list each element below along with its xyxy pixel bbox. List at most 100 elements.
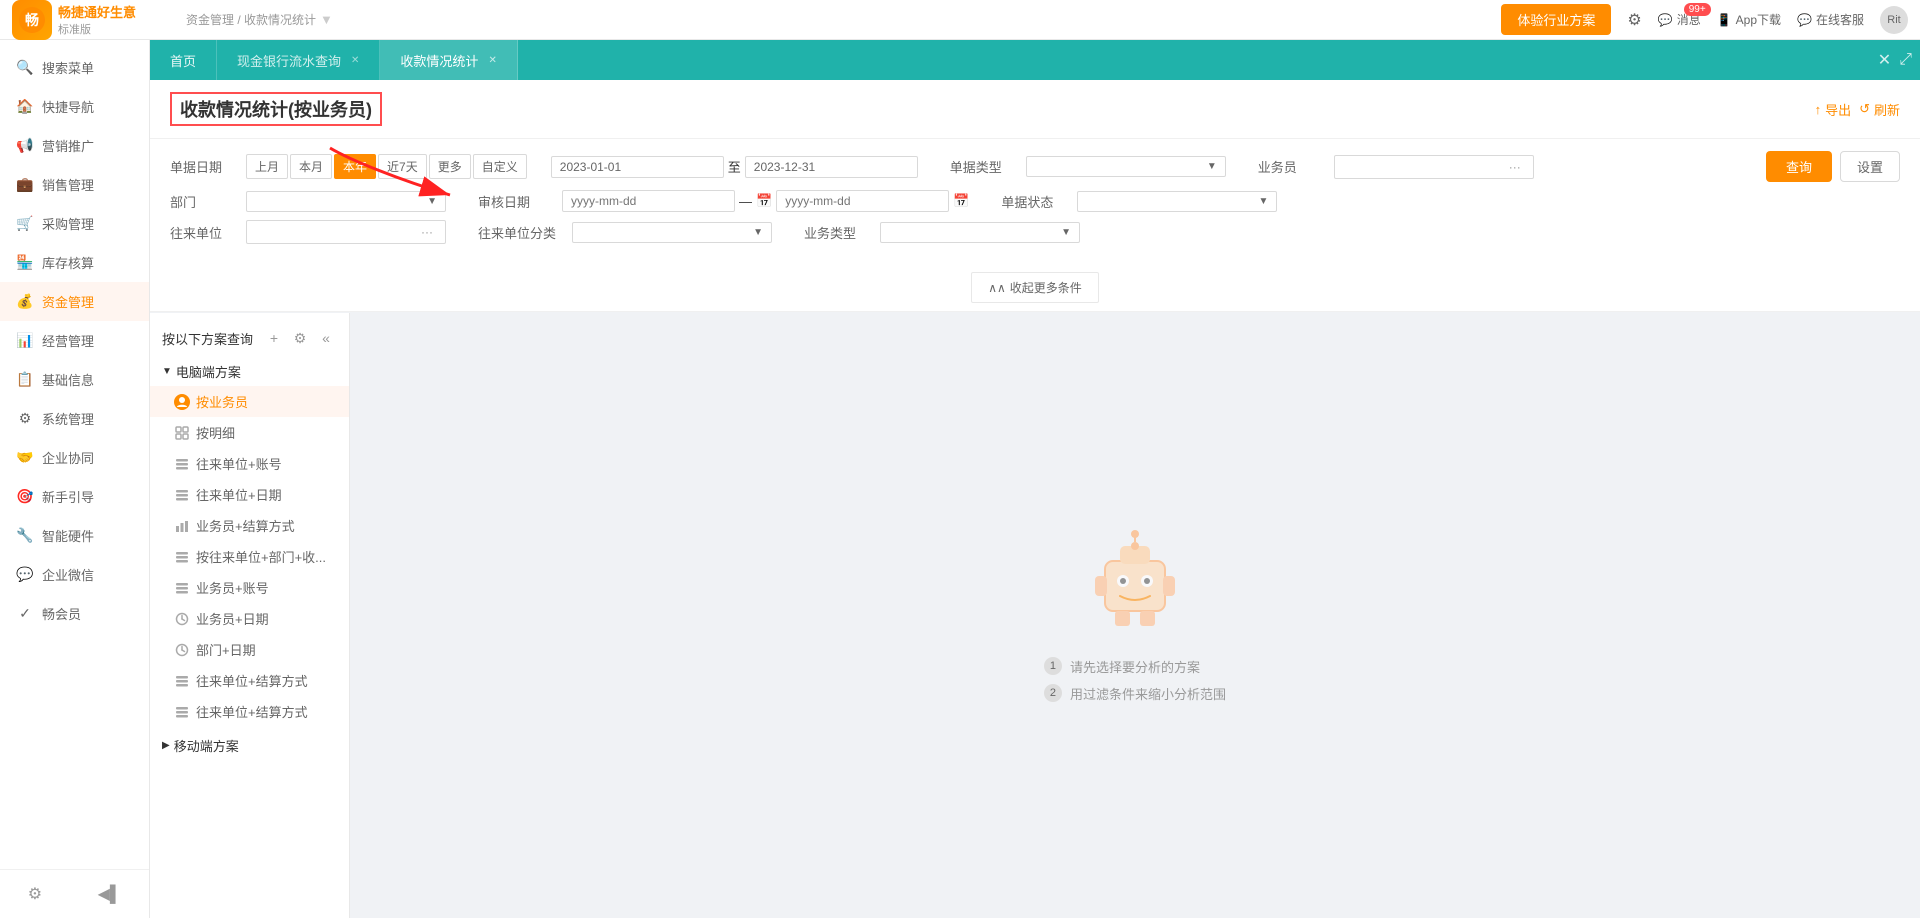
sidebar-item-quicknav[interactable]: 🏠 快捷导航 — [0, 87, 149, 126]
date-tab-custom[interactable]: 自定义 — [473, 154, 527, 179]
tab-home[interactable]: 首页 — [150, 40, 217, 80]
biz-type-label: 业务类型 — [804, 223, 864, 242]
date-tab-this-month[interactable]: 本月 — [290, 154, 332, 179]
partner-more-icon[interactable]: ··· — [421, 225, 433, 239]
date-tab-7days[interactable]: 近7天 — [378, 154, 427, 179]
scheme-grid-icon-1 — [174, 425, 190, 441]
settings-icon[interactable]: ⚙ — [1627, 10, 1641, 30]
sidebar-item-wechat[interactable]: 💬 企业微信 — [0, 555, 149, 594]
date-to-input[interactable] — [745, 156, 918, 178]
scheme-grid-icon-3 — [174, 487, 190, 503]
scheme-item-partner-date[interactable]: 往来单位+日期 — [150, 479, 349, 510]
scheme-item-partner-settle1[interactable]: 往来单位+结算方式 — [150, 665, 349, 696]
scheme-item-by-detail[interactable]: 按明细 — [150, 417, 349, 448]
export-button[interactable]: ↑ 导出 — [1815, 100, 1852, 119]
chevron-down-status-icon: ▼ — [1258, 196, 1268, 207]
settings-button[interactable]: 设置 — [1840, 151, 1900, 182]
scheme-item-partner-dept-receipt[interactable]: 按往来单位+部门+收... — [150, 541, 349, 572]
chevron-right-mobile-icon: ▶ — [162, 740, 170, 751]
partner-select[interactable]: ··· — [246, 220, 446, 244]
sidebar-item-sales[interactable]: 💼 销售管理 — [0, 165, 149, 204]
add-scheme-button[interactable]: + — [263, 327, 285, 349]
tab-close-bank[interactable]: ✕ — [351, 55, 359, 66]
dept-select[interactable]: ▼ — [246, 191, 446, 212]
sidebar-item-corp[interactable]: 🤝 企业协同 — [0, 438, 149, 477]
review-date-to-input[interactable] — [776, 190, 949, 212]
date-range: 至 — [551, 156, 918, 178]
doc-type-label: 单据类型 — [950, 157, 1010, 176]
trial-button[interactable]: 体验行业方案 — [1501, 4, 1611, 35]
scheme-group-mobile-title[interactable]: ▶ 移动端方案 — [150, 731, 349, 760]
scheme-item-by-salesperson[interactable]: 按业务员 — [150, 386, 349, 417]
top-bar-right: 体验行业方案 ⚙ 💬 消息 99+ 📱 App下载 💬 在线客服 Rit — [1501, 4, 1908, 35]
partner-category-select[interactable]: ▼ — [572, 222, 772, 243]
scheme-item-salesperson-account[interactable]: 业务员+账号 — [150, 572, 349, 603]
doc-status-select[interactable]: ▼ — [1077, 191, 1277, 212]
sidebar-item-operations[interactable]: 📊 经营管理 — [0, 321, 149, 360]
sidebar-item-smarthw[interactable]: 🔧 智能硬件 — [0, 516, 149, 555]
sales-icon: 💼 — [16, 176, 34, 194]
sidebar-item-search[interactable]: 🔍 搜索菜单 — [0, 48, 149, 87]
search-icon: 🔍 — [16, 59, 34, 77]
doc-type-select[interactable]: ▼ — [1026, 156, 1226, 177]
avatar[interactable]: Rit — [1880, 6, 1908, 34]
sidebar-collapse-icon[interactable]: ◀▌ — [92, 878, 128, 910]
scheme-item-salesperson-settle[interactable]: 业务员+结算方式 — [150, 510, 349, 541]
sidebar-item-system[interactable]: ⚙ 系统管理 — [0, 399, 149, 438]
date-tab-more[interactable]: 更多 — [429, 154, 471, 179]
empty-steps: 1 请先选择要分析的方案 2 用过滤条件来缩小分析范围 — [1044, 657, 1226, 711]
review-date-range: — 📅 📅 — [562, 190, 969, 212]
sidebar-item-member[interactable]: ✓ 畅会员 — [0, 594, 149, 633]
date-label: 单据日期 — [170, 157, 230, 176]
salesperson-select[interactable]: ··· — [1334, 155, 1534, 179]
chevron-down-icon: ▼ — [1207, 161, 1217, 172]
collapse-button[interactable]: ∧∧ 收起更多条件 — [971, 272, 1099, 303]
tab-receipt[interactable]: 收款情况统计 ✕ — [380, 40, 517, 80]
refresh-button[interactable]: ↺ 刷新 — [1859, 100, 1900, 119]
sidebar-bottom: ⚙ ◀▌ — [0, 869, 149, 918]
calendar-icon-2[interactable]: 📅 — [953, 193, 969, 209]
query-button[interactable]: 查询 — [1766, 151, 1832, 182]
scheme-header-left: 按以下方案查询 — [162, 329, 253, 348]
scheme-item-partner-account[interactable]: 往来单位+账号 — [150, 448, 349, 479]
corp-icon: 🤝 — [16, 449, 34, 467]
collapse-icon: ∧∧ — [988, 281, 1006, 295]
tab-close-all-icon[interactable]: ✕ — [1878, 50, 1891, 70]
review-date-from-input[interactable] — [562, 190, 735, 212]
review-date-separator: — — [739, 194, 752, 209]
page-title: 收款情况统计(按业务员) — [170, 92, 382, 126]
scheme-group-desktop-title[interactable]: ▼ 电脑端方案 — [150, 357, 349, 386]
guide-icon: 🎯 — [16, 488, 34, 506]
sidebar-item-newguide[interactable]: 🎯 新手引导 — [0, 477, 149, 516]
date-tab-this-year[interactable]: 本年 — [334, 154, 376, 179]
filter-row-1: 单据日期 上月 本月 本年 近7天 更多 自定义 至 — [170, 151, 1900, 182]
more-icon[interactable]: ··· — [1509, 160, 1521, 174]
date-from-input[interactable] — [551, 156, 724, 178]
sidebar-item-basics[interactable]: 📋 基础信息 — [0, 360, 149, 399]
scheme-settings-button[interactable]: ⚙ — [289, 327, 311, 349]
scheme-item-dept-date[interactable]: 部门+日期 — [150, 634, 349, 665]
purchase-icon: 🛒 — [16, 215, 34, 233]
date-tab-last-month[interactable]: 上月 — [246, 154, 288, 179]
scheme-grid-icon-7 — [174, 704, 190, 720]
scheme-grid-icon-5 — [174, 580, 190, 596]
sidebar-item-inventory[interactable]: 🏪 库存核算 — [0, 243, 149, 282]
tab-fullscreen-icon[interactable]: ⤢ — [1899, 51, 1912, 69]
sidebar-settings-icon[interactable]: ⚙ — [22, 878, 48, 910]
scheme-item-partner-settle2[interactable]: 往来单位+结算方式 — [150, 696, 349, 727]
tab-bank[interactable]: 现金银行流水查询 ✕ — [217, 40, 380, 80]
scheme-bar-icon — [174, 518, 190, 534]
message-button[interactable]: 💬 消息 99+ — [1658, 11, 1701, 28]
sidebar-item-finance[interactable]: 💰 资金管理 — [0, 282, 149, 321]
scheme-collapse-button[interactable]: « — [315, 327, 337, 349]
app-download-button[interactable]: 📱 App下载 — [1717, 11, 1781, 28]
basics-icon: 📋 — [16, 371, 34, 389]
tab-close-receipt[interactable]: ✕ — [488, 55, 496, 66]
sidebar-item-purchase[interactable]: 🛒 采购管理 — [0, 204, 149, 243]
scheme-item-salesperson-date[interactable]: 业务员+日期 — [150, 603, 349, 634]
scheme-clock-icon-1 — [174, 611, 190, 627]
calendar-icon-1[interactable]: 📅 — [756, 193, 772, 209]
biz-type-select[interactable]: ▼ — [880, 222, 1080, 243]
online-service-button[interactable]: 💬 在线客服 — [1797, 11, 1864, 28]
sidebar-item-marketing[interactable]: 📢 营销推广 — [0, 126, 149, 165]
